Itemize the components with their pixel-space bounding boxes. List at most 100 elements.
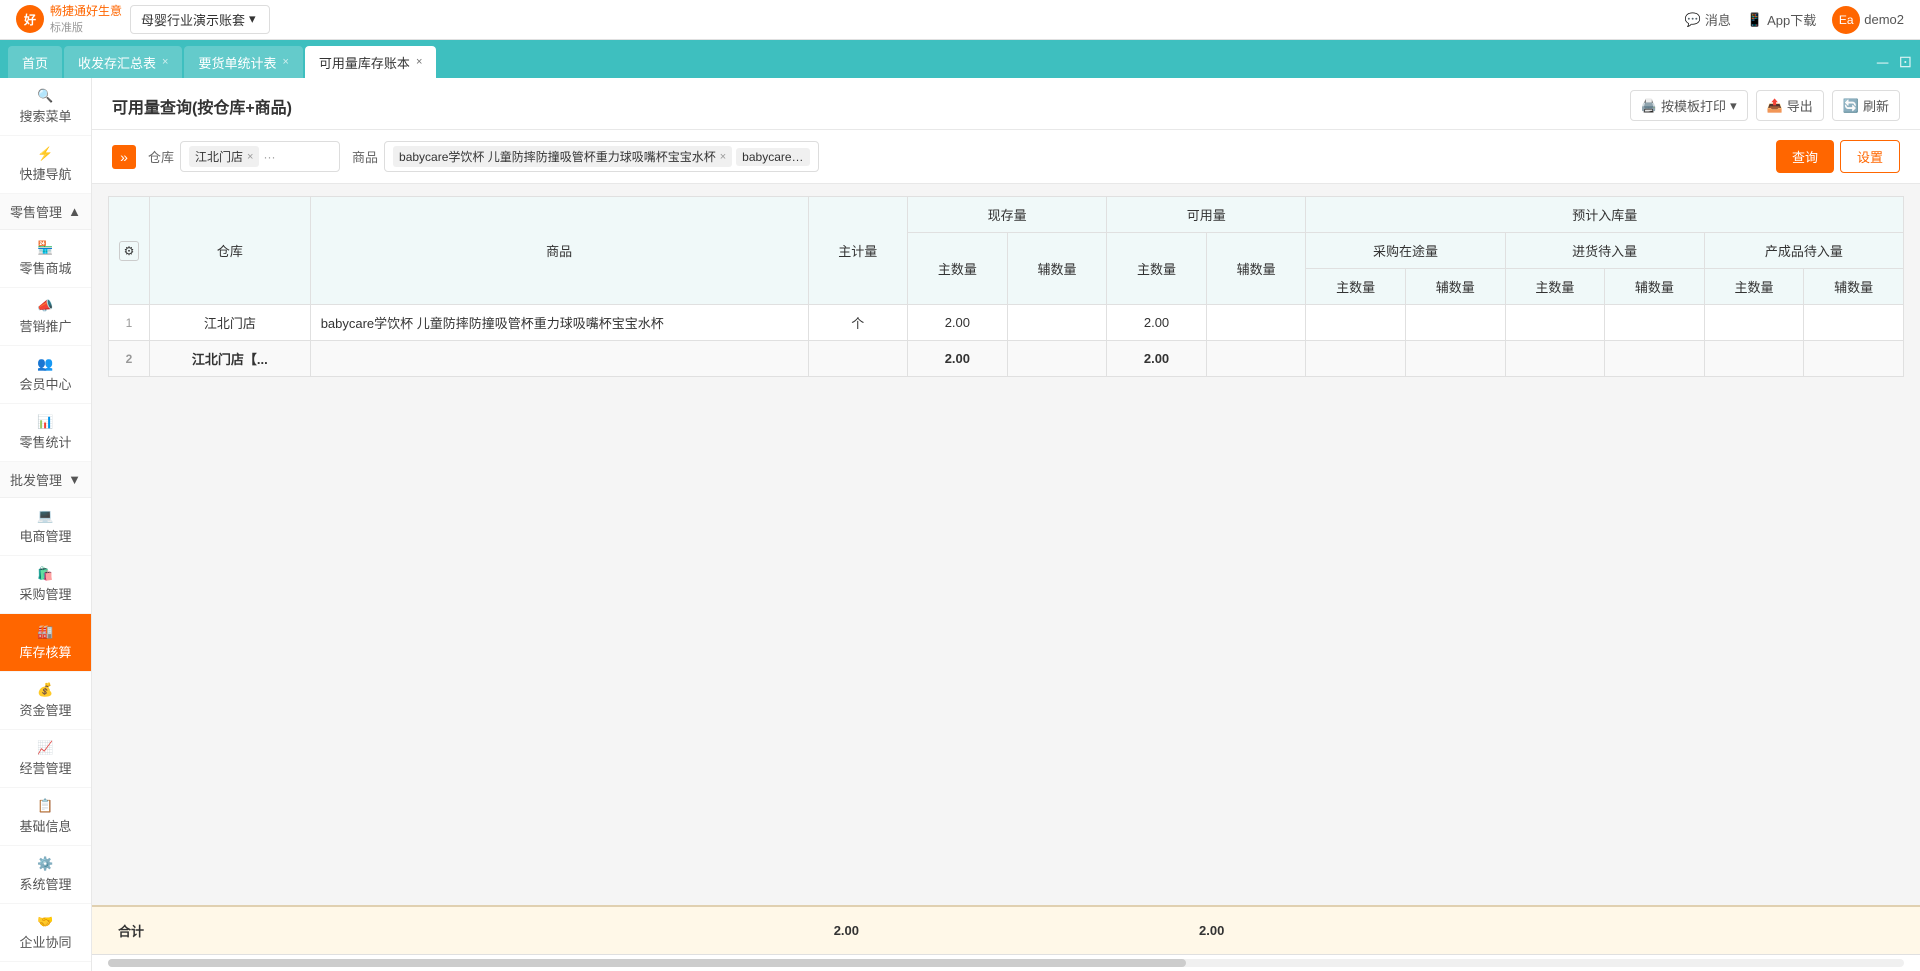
message-label: 消息 [1705,10,1731,29]
product-tag-0-close[interactable]: × [720,151,726,163]
message-icon: 💬 [1685,12,1701,28]
sidebar-item-purchase-mgmt[interactable]: 🛍️ 采购管理 [0,556,91,614]
tab-available-stock[interactable]: 可用量库存账本 × [305,46,436,78]
horizontal-scrollbar-thumb[interactable] [108,959,1186,967]
expand-filter-button[interactable]: » [112,145,136,169]
tab-order-stats-label: 要货单统计表 [198,53,276,72]
tab-receipt-close[interactable]: × [162,56,168,68]
main-layout: 🔍 搜索菜单 ⚡ 快捷导航 零售管理 ▲ 🏪 零售商城 📣 营销推广 👥 会员中… [0,78,1920,971]
sidebar-item-ecom-mgmt[interactable]: 💻 电商管理 [0,498,91,556]
tab-minimize-button[interactable]: － [1875,50,1891,74]
refresh-label: 刷新 [1863,96,1889,115]
sidebar-item-marketing[interactable]: 📣 营销推广 [0,288,91,346]
page-actions: 🖨️ 按模板打印 ▾ 📤 导出 🔄 刷新 [1630,90,1900,121]
tab-home-label: 首页 [22,53,48,72]
sidebar-item-enterprise-collab[interactable]: 🤝 企业协同 [0,904,91,962]
sidebar-item-retail-mall[interactable]: 🏪 零售商城 [0,230,91,288]
th-unit: 主计量 [808,197,908,305]
sidebar-item-retail-stats-label: 零售统计 [19,432,71,451]
sidebar-item-quick-nav[interactable]: ⚡ 快捷导航 [0,136,91,194]
sidebar-item-retail-mgmt-label: 零售管理 [10,202,62,221]
tab-bar-right: － ⊡ [1875,50,1912,78]
row-1-current-main: 2.00 [908,305,1008,341]
row-2-warehouse: 江北门店【... [150,341,311,377]
sidebar-item-wholesale-mgmt-label: 批发管理 [10,470,62,489]
tab-order-stats-close[interactable]: × [282,56,288,68]
tab-home[interactable]: 首页 [8,46,62,78]
product-tag-1-value: babycare… [742,150,803,164]
th-arrival-sub: 辅数量 [1605,269,1705,305]
row-2-arrival-main [1505,341,1605,377]
row-1-purchase-sub [1405,305,1505,341]
row-2-production-main [1704,341,1804,377]
sidebar-item-finance-mgmt[interactable]: 💰 资金管理 [0,672,91,730]
logo-icon: 好 [16,5,44,33]
sidebar-item-ops-mgmt[interactable]: 📈 经营管理 [0,730,91,788]
row-2-arrival-sub [1605,341,1705,377]
logo-text: 畅捷通好生意 [50,4,122,18]
product-input[interactable]: babycare学饮杯 儿童防摔防撞吸管杯重力球吸嘴杯宝宝水杯 × babyca… [384,141,819,172]
sidebar-item-ops-mgmt-label: 经营管理 [19,758,71,777]
table-settings-icon[interactable]: ⚙ [119,241,139,261]
enterprise-collab-icon: 🤝 [37,914,53,930]
print-button[interactable]: 🖨️ 按模板打印 ▾ [1630,90,1748,121]
tab-expand-button[interactable]: ⊡ [1899,52,1912,72]
th-purchase-in-group: 采购在途量 [1306,233,1505,269]
query-button[interactable]: 查询 [1776,140,1834,173]
print-icon: 🖨️ [1641,98,1657,114]
app-download-button[interactable]: 📱 App下载 [1747,10,1816,29]
sidebar-item-retail-stats[interactable]: 📊 零售统计 [0,404,91,462]
product-tag-0-value: babycare学饮杯 儿童防摔防撞吸管杯重力球吸嘴杯宝宝水杯 [399,148,716,165]
purchase-mgmt-icon: 🛍️ [37,566,53,582]
sidebar-item-retail-mall-label: 零售商城 [19,258,71,277]
row-2-available-main: 2.00 [1107,341,1207,377]
sidebar-item-wholesale-mgmt[interactable]: 批发管理 ▼ [0,462,91,498]
ops-mgmt-icon: 📈 [37,740,53,756]
logo-text-area: 畅捷通好生意 标准版 [50,4,122,34]
warehouse-tag-close[interactable]: × [247,151,253,163]
export-icon: 📤 [1767,98,1783,114]
logo-sub: 标准版 [50,19,122,35]
filter-actions: 查询 设置 [1776,140,1900,173]
sidebar-item-retail-mgmt[interactable]: 零售管理 ▲ [0,194,91,230]
th-settings: ⚙ [109,197,150,305]
user-profile[interactable]: Ea demo2 [1832,6,1904,34]
tab-order-stats[interactable]: 要货单统计表 × [184,46,302,78]
finance-mgmt-icon: 💰 [37,682,53,698]
warehouse-input[interactable]: 江北门店 × ··· [180,141,340,172]
sidebar-item-quick-nav-label: 快捷导航 [19,164,71,183]
page-header: 可用量查询(按仓库+商品) 🖨️ 按模板打印 ▾ 📤 导出 🔄 刷新 [92,78,1920,130]
setting-button[interactable]: 设置 [1840,140,1900,173]
table-footer: 合计 2.00 2.00 [92,905,1920,954]
export-button[interactable]: 📤 导出 [1756,90,1824,121]
product-tag-1: babycare… [736,148,809,166]
logo-area: 好 畅捷通好生意 标准版 [16,4,122,34]
th-purchase-main: 主数量 [1306,269,1406,305]
sidebar-item-inventory-check[interactable]: 🏭 库存核算 [0,614,91,672]
th-product: 商品 [310,197,808,305]
message-button[interactable]: 💬 消息 [1685,10,1731,29]
search-icon: 🔍 [37,88,53,104]
row-1-production-sub [1804,305,1904,341]
chevron-down-icon: ▼ [68,472,81,487]
sidebar-item-search[interactable]: 🔍 搜索菜单 [0,78,91,136]
tab-bar: 首页 收发存汇总表 × 要货单统计表 × 可用量库存账本 × － ⊡ [0,40,1920,78]
product-tag-0: babycare学饮杯 儿童防摔防撞吸管杯重力球吸嘴杯宝宝水杯 × [393,146,732,167]
tab-available-stock-label: 可用量库存账本 [319,53,410,72]
sidebar-item-member-center-label: 会员中心 [19,374,71,393]
sidebar-item-basic-info[interactable]: 📋 基础信息 [0,788,91,846]
th-available-group: 可用量 [1107,197,1306,233]
th-current-stock-group: 现存量 [908,197,1107,233]
tab-available-stock-close[interactable]: × [416,56,422,68]
sidebar-item-new-guide[interactable]: 🎯 新手引导 [0,962,91,971]
sidebar-item-member-center[interactable]: 👥 会员中心 [0,346,91,404]
sidebar-item-purchase-mgmt-label: 采购管理 [19,584,71,603]
horizontal-scrollbar-track[interactable] [108,959,1904,967]
sidebar-item-sys-mgmt-label: 系统管理 [19,874,71,893]
industry-select[interactable]: 母婴行业演示账套 ▾ [130,5,270,34]
sidebar-item-sys-mgmt[interactable]: ⚙️ 系统管理 [0,846,91,904]
warehouse-more[interactable]: ··· [263,150,275,164]
tab-receipt[interactable]: 收发存汇总表 × [64,46,182,78]
refresh-button[interactable]: 🔄 刷新 [1832,90,1900,121]
row-2-production-sub [1804,341,1904,377]
